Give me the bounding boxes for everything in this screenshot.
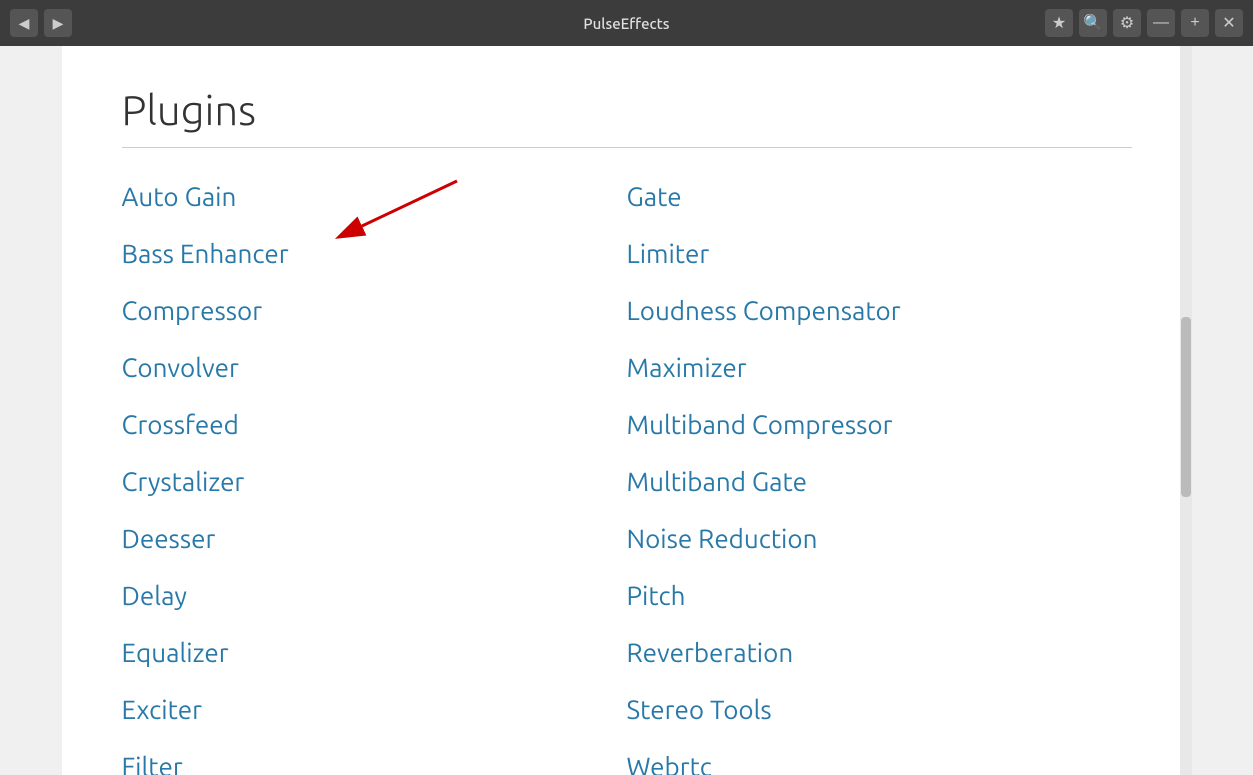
plugins-grid: Auto Gain Bass Enhancer Compressor Convo…: [122, 168, 1132, 775]
star-button[interactable]: ★: [1045, 9, 1073, 37]
plugin-equalizer[interactable]: Equalizer: [122, 624, 627, 681]
plugin-filter[interactable]: Filter: [122, 738, 627, 775]
plugin-auto-gain[interactable]: Auto Gain: [122, 168, 627, 225]
title-divider: [122, 147, 1132, 148]
plugin-stereo-tools[interactable]: Stereo Tools: [627, 681, 1132, 738]
plugin-maximizer[interactable]: Maximizer: [627, 339, 1132, 396]
plugin-pitch[interactable]: Pitch: [627, 567, 1132, 624]
scrollbar[interactable]: [1180, 46, 1192, 775]
plugin-delay[interactable]: Delay: [122, 567, 627, 624]
maximize-button[interactable]: +: [1181, 9, 1209, 37]
plugin-deesser[interactable]: Deesser: [122, 510, 627, 567]
plugin-compressor[interactable]: Compressor: [122, 282, 627, 339]
main-area: Plugins Auto Gain Bass Enhancer: [0, 46, 1253, 775]
search-button[interactable]: 🔍: [1079, 9, 1107, 37]
titlebar-nav: ◀ ▶: [10, 9, 72, 37]
content-inner: Plugins Auto Gain Bass Enhancer: [62, 46, 1192, 775]
titlebar: ◀ ▶ PulseEffects ★ 🔍 ⚙ — + ✕: [0, 0, 1253, 46]
plugin-multiband-compressor[interactable]: Multiband Compressor: [627, 396, 1132, 453]
plugin-bass-enhancer[interactable]: Bass Enhancer: [122, 225, 627, 282]
scrollbar-thumb[interactable]: [1181, 317, 1191, 497]
plugin-loudness-compensator[interactable]: Loudness Compensator: [627, 282, 1132, 339]
titlebar-controls: ★ 🔍 ⚙ — + ✕: [1045, 9, 1243, 37]
page-title: Plugins: [122, 86, 1132, 133]
plugin-limiter[interactable]: Limiter: [627, 225, 1132, 282]
plugins-right-column: Gate Limiter Loudness Compensator Maximi…: [627, 168, 1132, 775]
settings-button[interactable]: ⚙: [1113, 9, 1141, 37]
plugin-noise-reduction[interactable]: Noise Reduction: [627, 510, 1132, 567]
plugin-reverberation[interactable]: Reverberation: [627, 624, 1132, 681]
forward-button[interactable]: ▶: [44, 9, 72, 37]
plugin-crossfeed[interactable]: Crossfeed: [122, 396, 627, 453]
close-button[interactable]: ✕: [1215, 9, 1243, 37]
plugin-webrtc[interactable]: Webrtc: [627, 738, 1132, 775]
plugin-exciter[interactable]: Exciter: [122, 681, 627, 738]
plugin-crystalizer[interactable]: Crystalizer: [122, 453, 627, 510]
plugins-left-column: Auto Gain Bass Enhancer Compressor Convo…: [122, 168, 627, 775]
content-wrapper: Plugins Auto Gain Bass Enhancer: [62, 46, 1192, 775]
plugin-gate[interactable]: Gate: [627, 168, 1132, 225]
minimize-button[interactable]: —: [1147, 9, 1175, 37]
plugin-convolver[interactable]: Convolver: [122, 339, 627, 396]
back-button[interactable]: ◀: [10, 9, 38, 37]
plugin-multiband-gate[interactable]: Multiband Gate: [627, 453, 1132, 510]
app-title: PulseEffects: [583, 15, 669, 32]
